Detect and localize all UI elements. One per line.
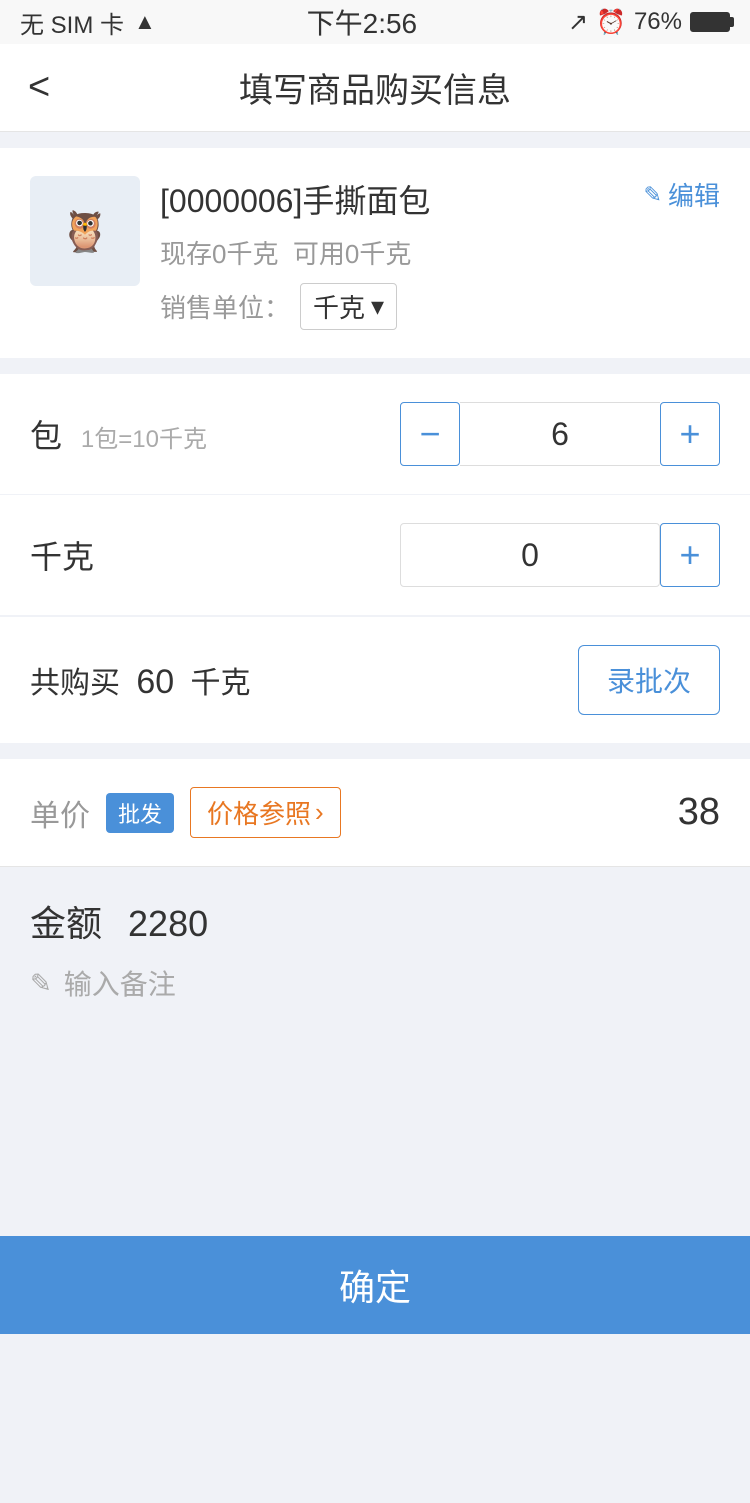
edit-button[interactable]: ✎ 编辑: [644, 176, 720, 213]
product-stock: 现存0千克 可用0千克: [160, 234, 720, 271]
bag-plus-button[interactable]: +: [660, 402, 720, 466]
product-info: [0000006]手撕面包 现存0千克 可用0千克 销售单位： 千克 ▾: [160, 176, 720, 330]
kg-quantity-control: +: [400, 523, 720, 587]
amount-row: 金额 2280: [30, 895, 720, 947]
nav-bar: < 填写商品购买信息: [0, 44, 750, 132]
status-right: ↗ ⏰ 76%: [568, 8, 730, 37]
price-value: 38: [678, 791, 720, 834]
page-bottom: [0, 1403, 750, 1503]
location-icon: ↗: [568, 8, 588, 37]
product-image: 🦉: [30, 176, 140, 286]
bag-quantity-input[interactable]: [460, 402, 660, 466]
kg-quantity-input[interactable]: [400, 523, 660, 587]
status-bar: 无 SIM 卡 ▲ 下午2:56 ↗ ⏰ 76%: [0, 0, 750, 44]
bag-label: 包 1包=10千克: [30, 411, 400, 457]
unit-select[interactable]: 千克 ▾: [300, 283, 397, 330]
price-reference-button[interactable]: 价格参照 ›: [190, 787, 341, 838]
pencil-icon: ✎: [30, 968, 52, 999]
kg-quantity-row: 千克 +: [0, 495, 750, 616]
bag-quantity-row: 包 1包=10千克 − +: [0, 374, 750, 495]
battery-bar: [690, 12, 730, 32]
quantity-section: 包 1包=10千克 − + 千克 + 共购买 60 千克 录批次: [0, 374, 750, 743]
total-row: 共购买 60 千克 录批次: [0, 616, 750, 743]
edit-icon: ✎: [644, 182, 662, 208]
back-button[interactable]: <: [28, 66, 50, 109]
confirm-button[interactable]: 确定: [0, 1236, 750, 1334]
status-left: 无 SIM 卡 ▲: [20, 5, 156, 40]
kg-plus-button[interactable]: +: [660, 523, 720, 587]
chevron-right-icon: ›: [315, 797, 324, 828]
amount-section: 金额 2280 ✎ 输入备注: [0, 866, 750, 1023]
battery-text: 76%: [634, 8, 682, 36]
total-amount: 60: [136, 663, 174, 701]
remark-row[interactable]: ✎ 输入备注: [30, 963, 720, 1003]
carrier-text: 无 SIM 卡: [20, 5, 124, 40]
amount-value: 2280: [128, 903, 208, 944]
product-logo: 🦉: [60, 208, 110, 255]
product-unit: 销售单位： 千克 ▾: [160, 283, 720, 330]
kg-label: 千克: [30, 532, 400, 578]
bag-quantity-control: − +: [400, 402, 720, 466]
price-tag: 批发: [106, 793, 174, 833]
total-text: 共购买 60 千克: [30, 658, 251, 702]
content-area: [0, 1023, 750, 1403]
remark-label: 输入备注: [64, 963, 176, 1003]
chevron-down-icon: ▾: [371, 291, 384, 322]
price-label: 单价: [30, 791, 90, 835]
wifi-icon: ▲: [134, 9, 156, 35]
bag-minus-button[interactable]: −: [400, 402, 460, 466]
alarm-icon: ⏰: [596, 8, 626, 37]
bag-sublabel: 1包=10千克: [81, 426, 207, 453]
page-title: 填写商品购买信息: [239, 63, 511, 112]
price-section: 单价 批发 价格参照 › 38: [0, 759, 750, 866]
product-card: 🦉 [0000006]手撕面包 现存0千克 可用0千克 销售单位： 千克 ▾ ✎…: [0, 148, 750, 358]
product-name: [0000006]手撕面包: [160, 176, 720, 222]
status-time: 下午2:56: [307, 2, 418, 42]
price-row: 单价 批发 价格参照 › 38: [30, 787, 720, 838]
batch-button[interactable]: 录批次: [578, 645, 720, 715]
